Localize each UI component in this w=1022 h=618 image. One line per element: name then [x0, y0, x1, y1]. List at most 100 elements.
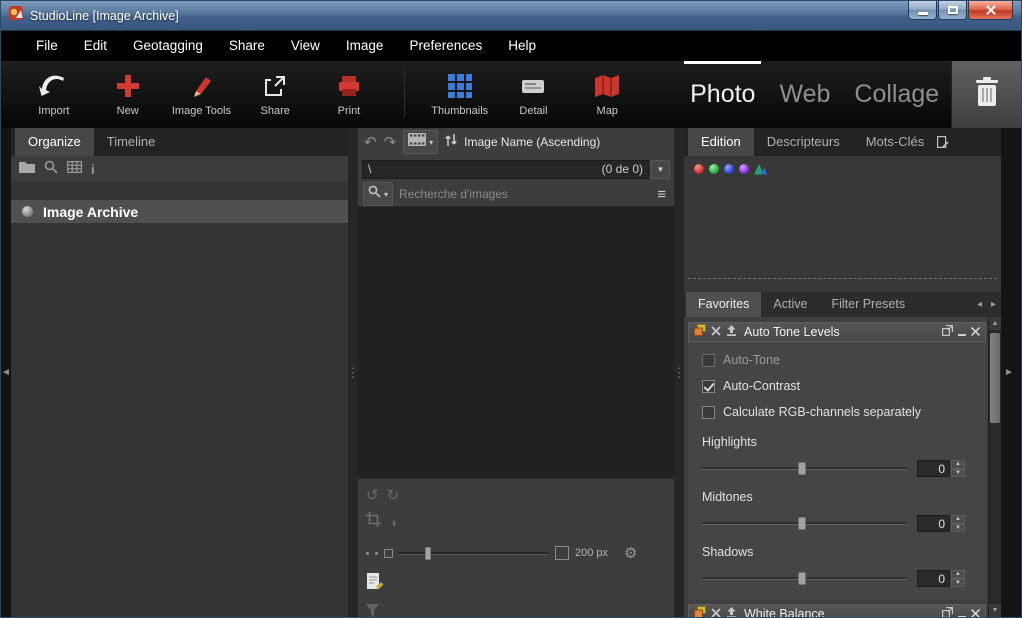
- new-button[interactable]: New: [91, 61, 165, 128]
- minimize-panel-icon[interactable]: [958, 334, 966, 336]
- checkbox-box[interactable]: [702, 406, 715, 419]
- map-button[interactable]: Map: [570, 61, 644, 128]
- detail-button[interactable]: Detail: [497, 61, 571, 128]
- rotate-left-icon[interactable]: ↺: [366, 486, 379, 504]
- spin-up-button[interactable]: ▲: [951, 460, 965, 469]
- edit-note-icon[interactable]: [937, 128, 949, 156]
- checkbox-calculate-rgb[interactable]: Calculate RGB-channels separately: [688, 402, 986, 422]
- discard-icon[interactable]: [711, 605, 721, 617]
- zoom-slider[interactable]: [399, 552, 549, 555]
- tab-descripteurs[interactable]: Descripteurs: [754, 128, 853, 156]
- midtones-value[interactable]: 0: [917, 515, 950, 532]
- scrollbar-thumb[interactable]: [990, 333, 1000, 423]
- info-icon[interactable]: i: [91, 162, 95, 177]
- trash-button[interactable]: [951, 61, 1021, 128]
- mode-web[interactable]: Web: [767, 61, 842, 128]
- popout-icon[interactable]: [942, 605, 953, 617]
- view-mode-button[interactable]: ▾: [403, 130, 438, 154]
- table-icon[interactable]: [67, 160, 82, 178]
- search-scope-button[interactable]: ▾: [363, 182, 393, 206]
- highlights-value[interactable]: 0: [917, 460, 950, 477]
- cascade-icon[interactable]: [694, 323, 706, 341]
- tree-item-image-archive[interactable]: Image Archive: [11, 200, 348, 223]
- scroll-up-icon[interactable]: ▲: [989, 317, 1001, 330]
- path-field[interactable]: \ (0 de 0): [362, 160, 649, 179]
- path-dropdown-button[interactable]: ▼: [651, 160, 670, 179]
- checkbox-box[interactable]: [702, 380, 715, 393]
- cascade-icon[interactable]: [694, 605, 706, 617]
- checkbox-box[interactable]: [702, 354, 715, 367]
- menu-edit[interactable]: Edit: [71, 31, 120, 61]
- menu-image[interactable]: Image: [333, 31, 397, 61]
- minimize-button[interactable]: [908, 1, 937, 20]
- discard-icon[interactable]: [711, 323, 721, 341]
- menu-help[interactable]: Help: [495, 31, 549, 61]
- spin-down-button[interactable]: ▼: [951, 469, 965, 478]
- contrast-icon[interactable]: ◑: [389, 515, 397, 530]
- slider-thumb[interactable]: [798, 517, 806, 530]
- checkbox-auto-tone[interactable]: Auto-Tone: [688, 350, 986, 370]
- right-splitter[interactable]: ⋮: [674, 128, 684, 617]
- maximize-button[interactable]: [938, 1, 967, 20]
- scroll-down-icon[interactable]: ▼: [989, 604, 1001, 617]
- print-button[interactable]: Print: [312, 61, 386, 128]
- expand-right-icon[interactable]: ►: [1004, 367, 1014, 378]
- sort-order-label[interactable]: Image Name (Ascending): [464, 135, 600, 149]
- undo-icon[interactable]: ↶: [364, 133, 377, 151]
- search-input[interactable]: Recherche d'images: [399, 187, 651, 201]
- sort-icon[interactable]: [445, 133, 457, 152]
- apply-icon[interactable]: [726, 323, 737, 341]
- image-tools-button[interactable]: Image Tools: [165, 61, 239, 128]
- mode-collage[interactable]: Collage: [842, 61, 951, 128]
- shadows-slider[interactable]: [702, 577, 907, 580]
- thumbnails-button[interactable]: Thumbnails: [423, 61, 497, 128]
- checkbox-auto-contrast[interactable]: Auto-Contrast: [688, 376, 986, 396]
- midtones-slider[interactable]: [702, 522, 907, 525]
- rotate-right-icon[interactable]: ↻: [387, 486, 400, 504]
- tab-mots-cles[interactable]: Mots-Clés: [853, 128, 938, 156]
- tab-active[interactable]: Active: [761, 292, 819, 317]
- gradient-icon[interactable]: [754, 164, 767, 175]
- folder-icon[interactable]: [19, 160, 35, 178]
- tab-scroll-right-icon[interactable]: ▸: [991, 299, 996, 310]
- color-label-red[interactable]: [694, 164, 704, 174]
- tab-favorites[interactable]: Favorites: [686, 292, 761, 317]
- search-icon[interactable]: [44, 160, 58, 179]
- gear-icon[interactable]: ⚙: [624, 544, 637, 562]
- redo-icon[interactable]: ↷: [384, 133, 397, 151]
- zoom-slider-thumb[interactable]: [425, 547, 431, 560]
- spin-up-button[interactable]: ▲: [951, 515, 965, 524]
- menu-geotagging[interactable]: Geotagging: [120, 31, 216, 61]
- minimize-panel-icon[interactable]: [958, 616, 966, 617]
- tab-organize[interactable]: Organize: [15, 128, 94, 156]
- close-panel-icon[interactable]: [971, 605, 980, 617]
- thumbnail-area[interactable]: [358, 206, 674, 479]
- import-button[interactable]: Import: [17, 61, 91, 128]
- notes-icon[interactable]: [366, 573, 384, 595]
- tab-scroll-left-icon[interactable]: ◂: [977, 299, 982, 310]
- tab-timeline[interactable]: Timeline: [94, 128, 169, 156]
- spin-up-button[interactable]: ▲: [951, 570, 965, 579]
- menu-icon[interactable]: ≡: [657, 186, 669, 203]
- close-panel-icon[interactable]: [971, 323, 980, 341]
- share-button[interactable]: Share: [238, 61, 312, 128]
- color-label-blue[interactable]: [724, 164, 734, 174]
- auto-tone-levels-header[interactable]: Auto Tone Levels: [688, 322, 986, 342]
- menu-view[interactable]: View: [278, 31, 333, 61]
- filter-icon[interactable]: [366, 604, 379, 618]
- crop-icon[interactable]: [366, 512, 381, 532]
- spin-down-button[interactable]: ▼: [951, 579, 965, 588]
- menu-share[interactable]: Share: [216, 31, 278, 61]
- spin-down-button[interactable]: ▼: [951, 524, 965, 533]
- menu-preferences[interactable]: Preferences: [396, 31, 495, 61]
- color-label-purple[interactable]: [739, 164, 749, 174]
- color-label-green[interactable]: [709, 164, 719, 174]
- menu-file[interactable]: File: [23, 31, 71, 61]
- collapse-left-icon[interactable]: ◄: [1, 367, 11, 378]
- popout-icon[interactable]: [942, 323, 953, 341]
- highlights-slider[interactable]: [702, 467, 907, 470]
- tab-edition[interactable]: Edition: [688, 128, 754, 156]
- tab-filter-presets[interactable]: Filter Presets: [819, 292, 917, 317]
- close-button[interactable]: [968, 1, 1013, 20]
- left-splitter[interactable]: ⋮: [348, 128, 358, 617]
